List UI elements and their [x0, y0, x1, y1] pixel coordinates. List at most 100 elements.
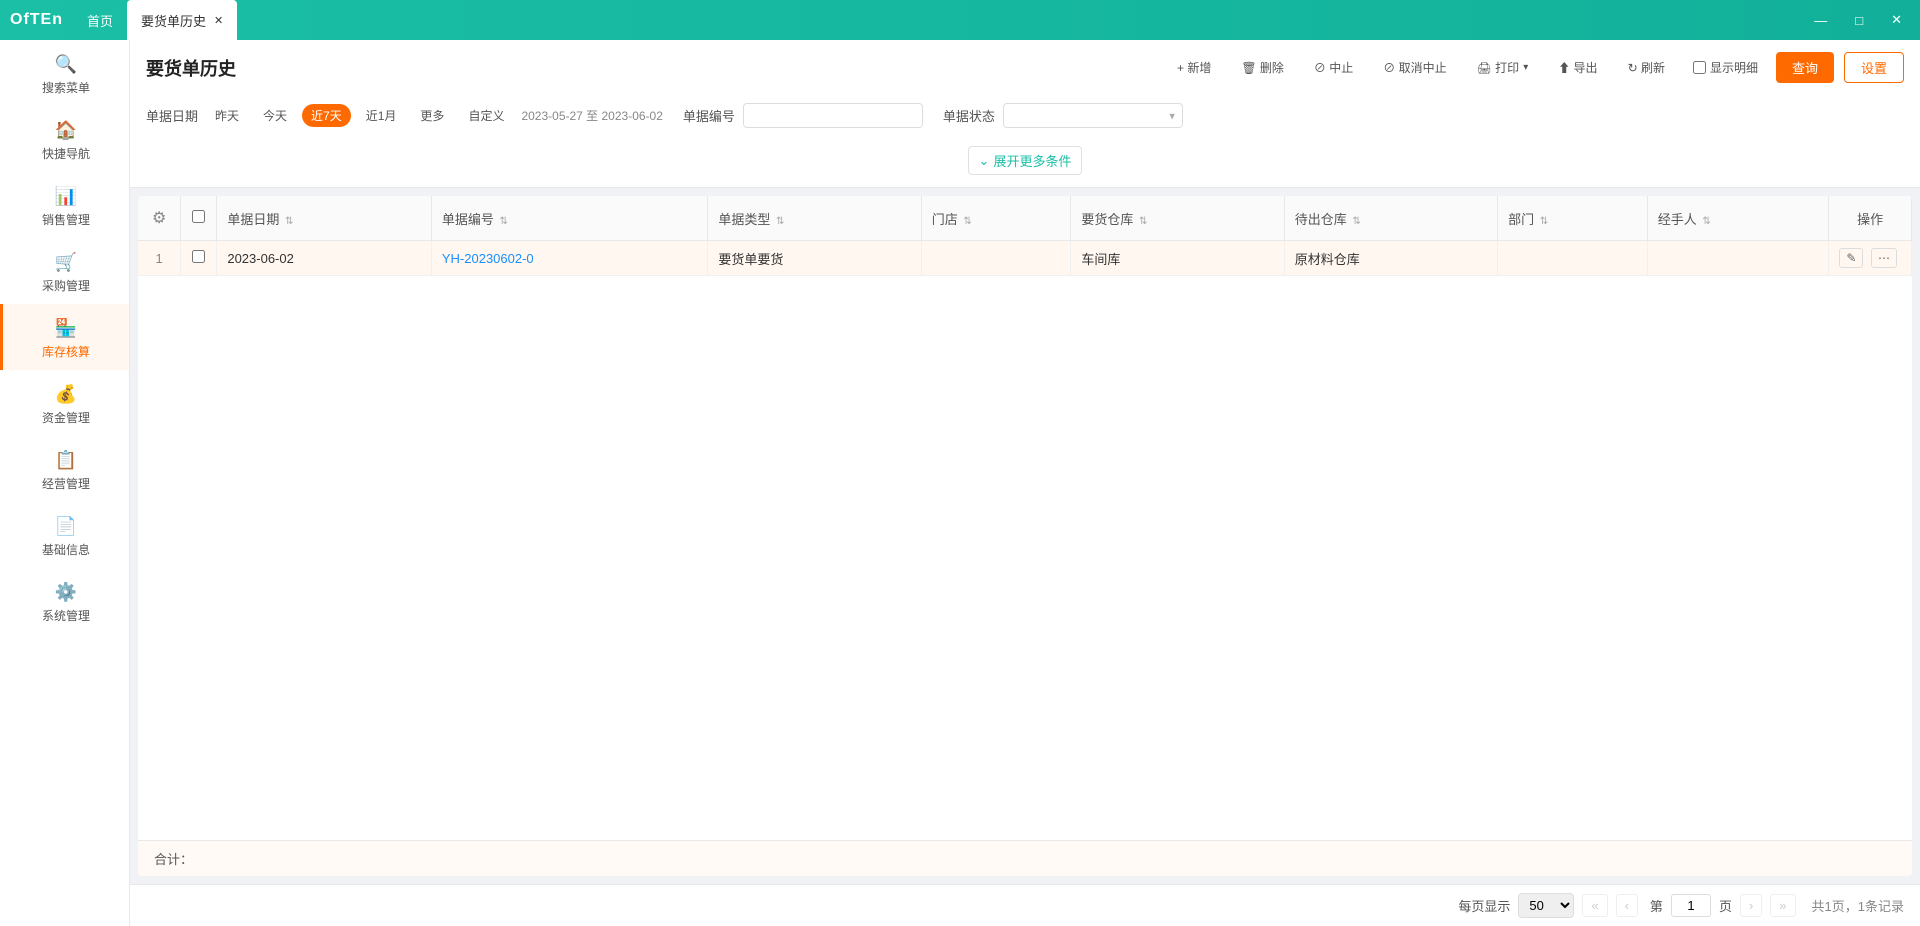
display-cell-checkbox[interactable] [1693, 61, 1706, 74]
pagination-bar: 每页显示 10 20 50 100 « ‹ 第 页 › » 共1页，1条记录 [130, 884, 1920, 926]
col-date-header[interactable]: 单据日期 ⇅ [217, 196, 432, 241]
row-dest-warehouse: 原材料仓库 [1284, 241, 1497, 276]
order-no-link[interactable]: YH-20230602-0 [442, 251, 534, 266]
cancel-stop-button[interactable]: ⊘ 取消中止 [1373, 54, 1456, 81]
sort-icon: ⇅ [1352, 216, 1360, 227]
sidebar-item-quick-nav[interactable]: 🏠 快捷导航 [0, 106, 129, 172]
date-btn-yesterday[interactable]: 昨天 [206, 104, 248, 127]
tab-requisition-history[interactable]: 要货单历史 ✕ [127, 0, 237, 40]
refresh-button[interactable]: ↻ 刷新 [1618, 54, 1675, 81]
expand-row: ⌄ 展开更多条件 [146, 146, 1904, 187]
select-all-checkbox[interactable] [192, 210, 205, 223]
display-cell-btn[interactable]: 显示明细 [1685, 55, 1766, 80]
maximize-btn[interactable]: □ [1847, 9, 1871, 32]
last-page-button[interactable]: » [1770, 894, 1795, 917]
query-button[interactable]: 查询 [1776, 52, 1834, 83]
sidebar-item-label: 库存核算 [42, 343, 90, 360]
table-row: 1 2023-06-02 YH-20230602-0 要货单要货 车间库 [138, 241, 1912, 276]
delete-button[interactable]: 🗑 删除 [1231, 54, 1294, 81]
add-button[interactable]: + 新增 [1167, 54, 1221, 81]
row-req-warehouse: 车间库 [1071, 241, 1284, 276]
sidebar-item-operations[interactable]: 📋 经营管理 [0, 436, 129, 502]
basic-info-icon: 📄 [55, 516, 77, 537]
close-btn[interactable]: ✕ [1883, 8, 1910, 32]
col-action-header: 操作 [1829, 196, 1912, 241]
row-actions: ✎ ⋯ [1829, 241, 1912, 276]
date-btn-custom[interactable]: 自定义 [459, 104, 513, 127]
col-dest-warehouse-header[interactable]: 待出仓库 ⇅ [1284, 196, 1497, 241]
col-store-header[interactable]: 门店 ⇅ [921, 196, 1071, 241]
settings-button[interactable]: 设置 [1844, 52, 1904, 83]
sidebar-item-label: 销售管理 [42, 211, 90, 228]
status-select[interactable] [1003, 103, 1183, 128]
stop-button[interactable]: ⊘ 中止 [1304, 54, 1363, 81]
main-layout: 🔍 搜索菜单 🏠 快捷导航 📊 销售管理 🛒 采购管理 🏪 库存核算 💰 资金管… [0, 40, 1920, 926]
status-filter-group: 单据状态 ▾ [943, 103, 1178, 128]
date-btn-1month[interactable]: 近1月 [357, 104, 406, 127]
page-header: 要货单历史 + 新增 🗑 删除 ⊘ 中止 ⊘ 取消中止 🖨 打印 ▾ ⬆ 导出 … [130, 40, 1920, 188]
sum-label: 合计： [154, 849, 193, 868]
sidebar-item-inventory[interactable]: 🏪 库存核算 [0, 304, 129, 370]
table-header: ⚙ 单据日期 ⇅ 单据编号 ⇅ [138, 196, 1912, 241]
page-input[interactable] [1671, 894, 1711, 917]
date-btn-today[interactable]: 今天 [254, 104, 296, 127]
sort-icon: ⇅ [1702, 216, 1710, 227]
tab-home[interactable]: 首页 [73, 0, 127, 40]
content-area: 要货单历史 + 新增 🗑 删除 ⊘ 中止 ⊘ 取消中止 🖨 打印 ▾ ⬆ 导出 … [130, 40, 1920, 926]
row-dept [1498, 241, 1648, 276]
sales-icon: 📊 [55, 186, 77, 207]
page-size-label: 每页显示 [1458, 896, 1510, 915]
order-no-input[interactable] [743, 103, 923, 128]
table-footer: 合计： [138, 840, 1912, 876]
page-label: 第 [1650, 896, 1663, 915]
date-filter-label: 单据日期 [146, 106, 198, 125]
column-settings-icon[interactable]: ⚙ [148, 204, 170, 232]
col-settings[interactable]: ⚙ [138, 196, 181, 241]
data-table: ⚙ 单据日期 ⇅ 单据编号 ⇅ [138, 196, 1912, 276]
sidebar-item-label: 系统管理 [42, 607, 90, 624]
table-scroll-area[interactable]: ⚙ 单据日期 ⇅ 单据编号 ⇅ [138, 196, 1912, 840]
first-page-button[interactable]: « [1582, 894, 1607, 917]
sidebar-item-label: 搜索菜单 [42, 79, 90, 96]
total-info: 共1页，1条记录 [1812, 896, 1904, 915]
expand-icon: ⌄ [979, 153, 990, 169]
date-btn-more[interactable]: 更多 [411, 104, 453, 127]
sidebar-item-basic-info[interactable]: 📄 基础信息 [0, 502, 129, 568]
page-unit: 页 [1719, 896, 1732, 915]
sidebar-item-search-menu[interactable]: 🔍 搜索菜单 [0, 40, 129, 106]
sidebar-item-finance[interactable]: 💰 资金管理 [0, 370, 129, 436]
expand-conditions-button[interactable]: ⌄ 展开更多条件 [968, 146, 1083, 175]
sidebar-item-system[interactable]: ⚙️ 系统管理 [0, 568, 129, 634]
export-button[interactable]: ⬆ 导出 [1548, 54, 1607, 81]
print-button[interactable]: 🖨 打印 ▾ [1467, 54, 1539, 81]
quick-nav-icon: 🏠 [55, 120, 77, 141]
brand-logo: OfTEn [10, 11, 73, 29]
row-select-checkbox[interactable] [192, 250, 205, 263]
sort-icon: ⇅ [1540, 216, 1548, 227]
page-size-select[interactable]: 10 20 50 100 [1518, 893, 1574, 918]
next-page-button[interactable]: › [1740, 894, 1762, 917]
date-range-display: 2023-05-27 至 2023-06-02 [521, 107, 662, 124]
sidebar-item-label: 采购管理 [42, 277, 90, 294]
sidebar-item-purchase[interactable]: 🛒 采购管理 [0, 238, 129, 304]
sort-icon: ⇅ [500, 216, 508, 227]
minimize-btn[interactable]: — [1806, 9, 1835, 32]
system-icon: ⚙️ [55, 582, 77, 603]
sidebar-item-sales[interactable]: 📊 销售管理 [0, 172, 129, 238]
col-type-header[interactable]: 单据类型 ⇅ [708, 196, 921, 241]
col-req-warehouse-header[interactable]: 要货仓库 ⇅ [1071, 196, 1284, 241]
col-dept-header[interactable]: 部门 ⇅ [1498, 196, 1648, 241]
date-shortcuts: 昨天 今天 近7天 近1月 更多 自定义 [206, 104, 513, 127]
prev-page-button[interactable]: ‹ [1616, 894, 1638, 917]
page-title: 要货单历史 [146, 55, 236, 81]
date-btn-7days[interactable]: 近7天 [302, 104, 351, 127]
sort-icon: ⇅ [776, 216, 784, 227]
col-order-no-header[interactable]: 单据编号 ⇅ [431, 196, 708, 241]
sort-icon: ⇅ [1139, 216, 1147, 227]
row-edit-button[interactable]: ✎ [1839, 248, 1863, 268]
row-more-button[interactable]: ⋯ [1871, 248, 1897, 268]
tab-close-icon[interactable]: ✕ [214, 14, 223, 27]
sidebar: 🔍 搜索菜单 🏠 快捷导航 📊 销售管理 🛒 采购管理 🏪 库存核算 💰 资金管… [0, 40, 130, 926]
col-handler-header[interactable]: 经手人 ⇅ [1647, 196, 1829, 241]
row-order-no[interactable]: YH-20230602-0 [431, 241, 708, 276]
